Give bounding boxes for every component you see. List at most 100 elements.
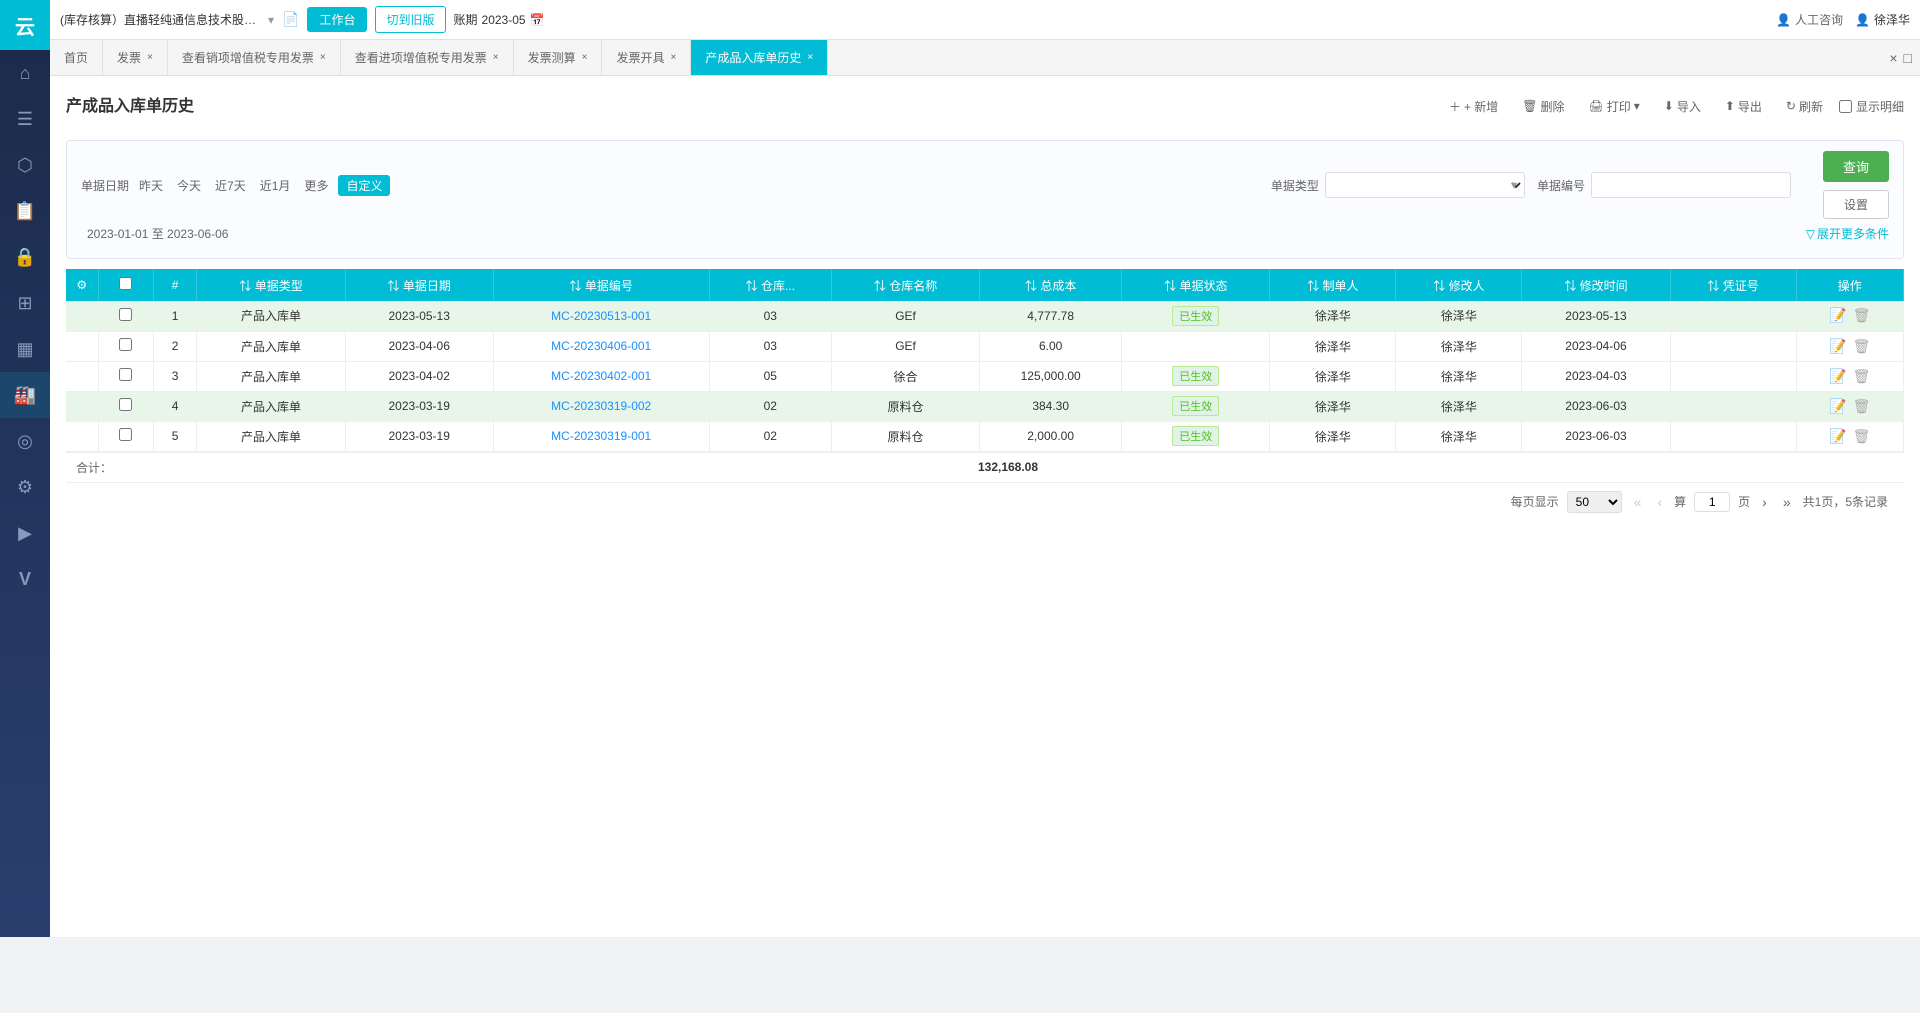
sort-wname-icon: ⇅ xyxy=(874,279,886,293)
row-delete-icon[interactable]: 🗑 xyxy=(1853,338,1871,355)
row-number-cell[interactable]: MC-20230319-001 xyxy=(493,421,709,451)
sidebar-item-stamp[interactable]: ◎ xyxy=(0,418,50,464)
row-edit-icon[interactable]: 📝 xyxy=(1829,398,1846,415)
tab-invoice-calc[interactable]: 发票测算 × xyxy=(514,40,603,76)
row-delete-icon[interactable]: 🗑 xyxy=(1853,368,1871,385)
refresh-button[interactable]: ↻ 刷新 xyxy=(1778,94,1831,119)
tab-product-inbound-close[interactable]: × xyxy=(807,52,813,63)
row-number-cell[interactable]: MC-20230402-001 xyxy=(493,361,709,391)
sidebar-item-play[interactable]: ▶ xyxy=(0,510,50,556)
row-delete-icon[interactable]: 🗑 xyxy=(1853,398,1871,415)
date-yesterday-btn[interactable]: 昨天 xyxy=(135,175,167,196)
tab-invoice[interactable]: 发票 × xyxy=(103,40,168,76)
col-voucher-header[interactable]: ⇅ 凭证号 xyxy=(1670,269,1796,301)
display-detail-checkbox[interactable] xyxy=(1839,100,1852,113)
select-all-checkbox[interactable] xyxy=(119,277,132,290)
row-number-cell[interactable]: MC-20230513-001 xyxy=(493,301,709,331)
row-checkbox-cell[interactable] xyxy=(98,421,153,451)
tab-invoice-close[interactable]: × xyxy=(147,52,153,63)
first-page-button[interactable]: « xyxy=(1630,492,1646,512)
sidebar-item-settings[interactable]: ⚙ xyxy=(0,464,50,510)
row-checkbox-cell[interactable] xyxy=(98,331,153,361)
tab-query-sale-vat-close[interactable]: × xyxy=(320,52,326,63)
next-page-button[interactable]: › xyxy=(1758,492,1771,512)
row-checkbox-cell[interactable] xyxy=(98,301,153,331)
tab-invoice-calc-close[interactable]: × xyxy=(582,52,588,63)
col-wcode-header[interactable]: ⇅ 仓库... xyxy=(709,269,831,301)
current-page-input[interactable] xyxy=(1694,492,1730,512)
last-page-button[interactable]: » xyxy=(1779,492,1795,512)
row-edit-icon[interactable]: 📝 xyxy=(1829,338,1846,355)
doc-icon[interactable]: 📄 xyxy=(282,11,299,28)
row-checkbox[interactable] xyxy=(119,428,132,441)
tab-query-sale-vat[interactable]: 查看销项增值税专用发票 × xyxy=(168,40,341,76)
user-info[interactable]: 👤 徐泽华 xyxy=(1855,11,1910,28)
row-number-cell[interactable]: MC-20230319-002 xyxy=(493,391,709,421)
row-checkbox-cell[interactable] xyxy=(98,361,153,391)
col-settings[interactable]: ⚙ xyxy=(66,269,98,301)
col-type-header[interactable]: ⇅ 单据类型 xyxy=(197,269,345,301)
expand-filter-btn[interactable]: ▽ 展开更多条件 xyxy=(1806,225,1889,242)
row-delete-icon[interactable]: 🗑 xyxy=(1853,428,1871,445)
tab-invoice-issue[interactable]: 发票开具 × xyxy=(602,40,691,76)
row-number-cell[interactable]: MC-20230406-001 xyxy=(493,331,709,361)
col-cost-header[interactable]: ⇅ 总成本 xyxy=(980,269,1122,301)
col-mtime-header[interactable]: ⇅ 修改时间 xyxy=(1522,269,1670,301)
sidebar-item-warehouse[interactable]: 🏭 xyxy=(0,372,50,418)
tab-product-inbound[interactable]: 产成品入库单历史 × xyxy=(691,40,828,76)
tab-query-purchase-vat-close[interactable]: × xyxy=(493,52,499,63)
row-checkbox[interactable] xyxy=(119,338,132,351)
print-dropdown-icon[interactable]: ▾ xyxy=(1634,99,1640,113)
type-filter-select[interactable] xyxy=(1325,172,1525,198)
tab-home[interactable]: 首页 xyxy=(50,40,103,76)
sidebar-item-doc[interactable]: ☰ xyxy=(0,96,50,142)
col-number-header[interactable]: ⇅ 单据编号 xyxy=(493,269,709,301)
col-creator-header[interactable]: ⇅ 制单人 xyxy=(1270,269,1396,301)
date-1month-btn[interactable]: 近1月 xyxy=(256,175,295,196)
workbench-button[interactable]: 工作台 xyxy=(307,7,367,32)
tab-query-purchase-vat[interactable]: 查看进项增值税专用发票 × xyxy=(341,40,514,76)
per-page-select[interactable]: 10 20 50 100 xyxy=(1567,491,1622,513)
row-checkbox[interactable] xyxy=(119,368,132,381)
sidebar-item-home[interactable]: ⌂ xyxy=(0,50,50,96)
sidebar-item-chart[interactable]: ⬡ xyxy=(0,142,50,188)
number-filter-input[interactable] xyxy=(1591,172,1791,198)
calendar-icon[interactable]: 📅 xyxy=(530,13,545,27)
col-modifier-header[interactable]: ⇅ 修改人 xyxy=(1396,269,1522,301)
new-button[interactable]: ＋ + 新增 xyxy=(1441,94,1506,119)
import-button[interactable]: ⬇ 导入 xyxy=(1656,94,1709,119)
tab-invoice-issue-close[interactable]: × xyxy=(670,52,676,63)
col-wname-header[interactable]: ⇅ 仓库名称 xyxy=(831,269,979,301)
display-detail-toggle[interactable]: 显示明细 xyxy=(1839,98,1904,115)
date-custom-btn[interactable]: 自定义 xyxy=(338,175,390,196)
row-checkbox[interactable] xyxy=(119,398,132,411)
prev-page-button[interactable]: ‹ xyxy=(1653,492,1666,512)
sidebar-item-grid[interactable]: ⊞ xyxy=(0,280,50,326)
print-button[interactable]: 🖨 打印 ▾ xyxy=(1580,94,1647,119)
row-checkbox-cell[interactable] xyxy=(98,391,153,421)
delete-button[interactable]: 🗑 删除 xyxy=(1514,94,1572,119)
support-link[interactable]: 👤 人工咨询 xyxy=(1776,11,1843,28)
dropdown-icon[interactable]: ▾ xyxy=(268,13,274,27)
row-delete-icon[interactable]: 🗑 xyxy=(1853,307,1871,324)
export-button[interactable]: ⬆ 导出 xyxy=(1717,94,1770,119)
date-more-btn[interactable]: 更多 xyxy=(300,175,332,196)
set-button[interactable]: 设置 xyxy=(1823,190,1889,219)
sidebar-item-calendar[interactable]: ▦ xyxy=(0,326,50,372)
row-edit-icon[interactable]: 📝 xyxy=(1829,307,1846,324)
switch-version-button[interactable]: 切到旧版 xyxy=(375,6,445,33)
sidebar-item-v[interactable]: V xyxy=(0,556,50,602)
row-edit-icon[interactable]: 📝 xyxy=(1829,368,1846,385)
col-status-header[interactable]: ⇅ 单据状态 xyxy=(1122,269,1270,301)
sidebar-item-lock[interactable]: 🔒 xyxy=(0,234,50,280)
close-all-icon[interactable]: × xyxy=(1889,50,1897,66)
restore-icon[interactable]: □ xyxy=(1904,50,1912,66)
col-date-header[interactable]: ⇅ 单据日期 xyxy=(345,269,493,301)
sidebar-item-invoice[interactable]: 📋 xyxy=(0,188,50,234)
date-today-btn[interactable]: 今天 xyxy=(173,175,205,196)
query-button[interactable]: 查询 xyxy=(1823,151,1889,182)
row-checkbox[interactable] xyxy=(119,308,132,321)
row-edit-icon[interactable]: 📝 xyxy=(1829,428,1846,445)
col-checkbox-header[interactable] xyxy=(98,269,153,301)
date-7days-btn[interactable]: 近7天 xyxy=(211,175,250,196)
